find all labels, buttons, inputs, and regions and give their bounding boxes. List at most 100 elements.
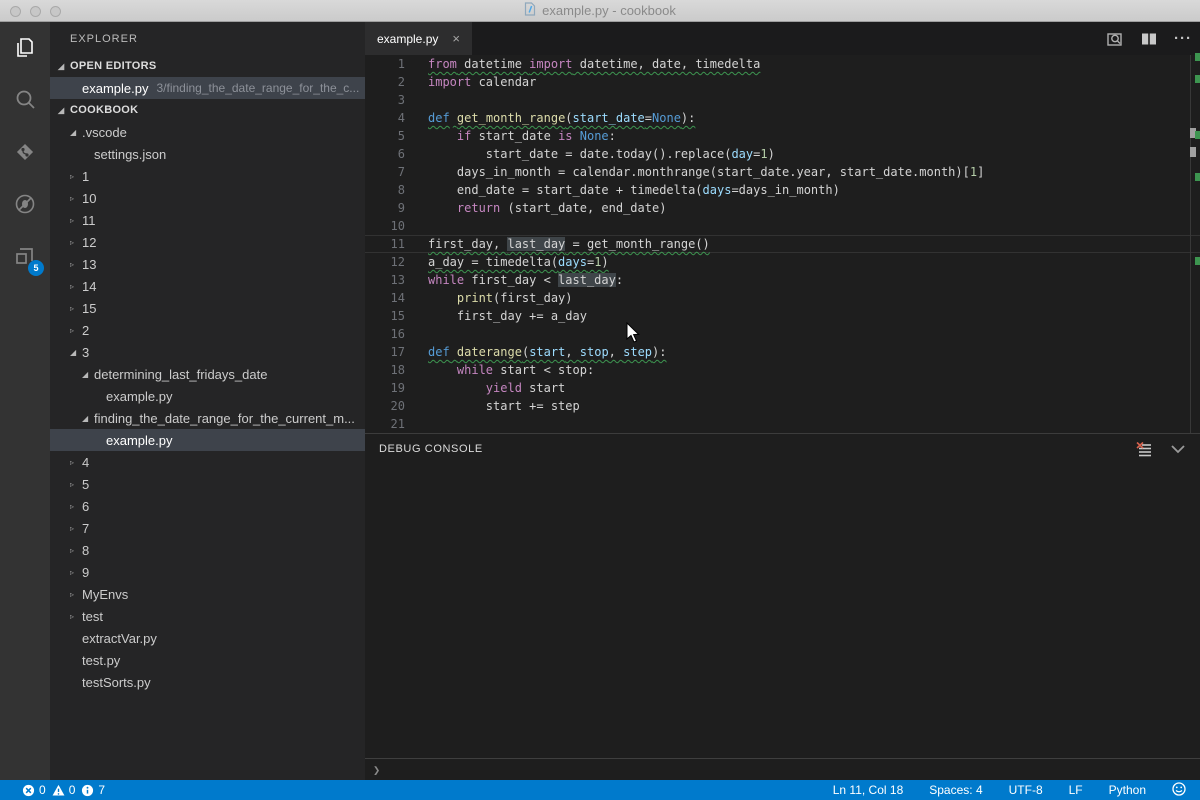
twisty-collapsed-icon[interactable]: ▹ xyxy=(70,480,82,489)
tree-item[interactable]: ▹9 xyxy=(50,561,365,583)
twisty-collapsed-icon[interactable]: ▹ xyxy=(70,546,82,555)
close-panel-chevron-icon[interactable] xyxy=(1170,444,1186,454)
code-line[interactable]: 8 end_date = start_date + timedelta(days… xyxy=(365,181,1200,199)
tree-section-header[interactable]: ◢OPEN EDITORS xyxy=(50,55,365,77)
code-line[interactable]: 15 first_day += a_day xyxy=(365,307,1200,325)
tree-item[interactable]: example.py xyxy=(50,385,365,407)
twisty-expanded-icon[interactable]: ◢ xyxy=(82,414,94,423)
tree-item[interactable]: ▹2 xyxy=(50,319,365,341)
twisty-collapsed-icon[interactable]: ▹ xyxy=(70,172,82,181)
twisty-collapsed-icon[interactable]: ▹ xyxy=(70,612,82,621)
tree-item[interactable]: ▹13 xyxy=(50,253,365,275)
code-line[interactable]: 1from datetime import datetime, date, ti… xyxy=(365,55,1200,73)
code-line[interactable]: 11first_day, last_day = get_month_range(… xyxy=(365,235,1200,253)
code-line[interactable]: 2import calendar xyxy=(365,73,1200,91)
twisty-collapsed-icon[interactable]: ▹ xyxy=(70,194,82,203)
tree-item[interactable]: ▹test xyxy=(50,605,365,627)
status-eol[interactable]: LF xyxy=(1069,783,1083,797)
tree-item[interactable]: ▹8 xyxy=(50,539,365,561)
code-line[interactable]: 14 print(first_day) xyxy=(365,289,1200,307)
code-line[interactable]: 13while first_day < last_day: xyxy=(365,271,1200,289)
tree-item[interactable]: ▹4 xyxy=(50,451,365,473)
tree-item[interactable]: ◢.vscode xyxy=(50,121,365,143)
code-line[interactable]: 7 days_in_month = calendar.monthrange(st… xyxy=(365,163,1200,181)
problems-summary[interactable]: 0 0 7 xyxy=(0,783,105,797)
code-line[interactable]: 21 xyxy=(365,415,1200,433)
twisty-expanded-icon[interactable]: ◢ xyxy=(58,62,70,71)
twisty-collapsed-icon[interactable]: ▹ xyxy=(70,568,82,577)
tree-section-header[interactable]: ◢COOKBOOK xyxy=(50,99,365,121)
code-line[interactable]: 12a_day = timedelta(days=1) xyxy=(365,253,1200,271)
warning-count-label: 0 xyxy=(69,783,76,797)
code-line[interactable]: 10 xyxy=(365,217,1200,235)
twisty-collapsed-icon[interactable]: ▹ xyxy=(70,590,82,599)
twisty-expanded-icon[interactable]: ◢ xyxy=(70,348,82,357)
code-line[interactable]: 5 if start_date is None: xyxy=(365,127,1200,145)
tree-item[interactable]: ▹15 xyxy=(50,297,365,319)
tree-item[interactable]: ▹10 xyxy=(50,187,365,209)
more-actions-icon[interactable]: ··· xyxy=(1174,30,1192,47)
twisty-collapsed-icon[interactable]: ▹ xyxy=(70,524,82,533)
code-line[interactable]: 17def daterange(start, stop, step): xyxy=(365,343,1200,361)
twisty-collapsed-icon[interactable]: ▹ xyxy=(70,282,82,291)
tree-item[interactable]: ▹12 xyxy=(50,231,365,253)
tree-item[interactable]: example.py xyxy=(50,429,365,451)
open-preview-icon[interactable] xyxy=(1106,30,1124,47)
line-content: def get_month_range(start_date=None): xyxy=(405,109,695,127)
status-language-mode[interactable]: Python xyxy=(1109,783,1146,797)
window-close-button[interactable] xyxy=(10,6,21,17)
feedback-smiley-icon[interactable] xyxy=(1172,782,1186,799)
twisty-expanded-icon[interactable]: ◢ xyxy=(82,370,94,379)
split-editor-icon[interactable] xyxy=(1140,31,1158,47)
activity-debug[interactable] xyxy=(0,178,50,230)
twisty-collapsed-icon[interactable]: ▹ xyxy=(70,458,82,467)
activity-explorer[interactable] xyxy=(0,22,50,74)
tree-item[interactable]: ▹11 xyxy=(50,209,365,231)
window-minimize-button[interactable] xyxy=(30,6,41,17)
tree-item[interactable]: ▹14 xyxy=(50,275,365,297)
twisty-collapsed-icon[interactable]: ▹ xyxy=(70,502,82,511)
code-line[interactable]: 4def get_month_range(start_date=None): xyxy=(365,109,1200,127)
tree-item[interactable]: ▹6 xyxy=(50,495,365,517)
status-indentation[interactable]: Spaces: 4 xyxy=(929,783,982,797)
tree-item[interactable]: testSorts.py xyxy=(50,671,365,693)
tree-item[interactable]: ▹MyEnvs xyxy=(50,583,365,605)
twisty-collapsed-icon[interactable]: ▹ xyxy=(70,260,82,269)
twisty-expanded-icon[interactable]: ◢ xyxy=(70,128,82,137)
window-zoom-button[interactable] xyxy=(50,6,61,17)
tree-item[interactable]: ▹7 xyxy=(50,517,365,539)
code-editor[interactable]: 1from datetime import datetime, date, ti… xyxy=(365,55,1200,433)
tree-item[interactable]: ▹1 xyxy=(50,165,365,187)
clear-console-icon[interactable] xyxy=(1136,442,1152,457)
twisty-collapsed-icon[interactable]: ▹ xyxy=(70,326,82,335)
debug-console-input[interactable]: ❯ xyxy=(365,758,1200,780)
tree-item[interactable]: ◢finding_the_date_range_for_the_current_… xyxy=(50,407,365,429)
tree-item[interactable]: ◢determining_last_fridays_date xyxy=(50,363,365,385)
twisty-expanded-icon[interactable]: ◢ xyxy=(58,106,70,115)
activity-extensions[interactable]: 5 xyxy=(0,230,50,282)
tree-item[interactable]: example.py3/finding_the_date_range_for_t… xyxy=(50,77,365,99)
status-cursor-position[interactable]: Ln 11, Col 18 xyxy=(833,783,904,797)
twisty-collapsed-icon[interactable]: ▹ xyxy=(70,238,82,247)
code-line[interactable]: 3 xyxy=(365,91,1200,109)
line-content xyxy=(405,217,428,235)
tab-example-py[interactable]: example.py × xyxy=(365,22,472,55)
code-line[interactable]: 18 while start < stop: xyxy=(365,361,1200,379)
code-line[interactable]: 6 start_date = date.today().replace(day=… xyxy=(365,145,1200,163)
status-encoding[interactable]: UTF-8 xyxy=(1009,783,1043,797)
tree-item[interactable]: ▹5 xyxy=(50,473,365,495)
tab-close-icon[interactable]: × xyxy=(452,31,460,46)
tree-item[interactable]: test.py xyxy=(50,649,365,671)
code-line[interactable]: 19 yield start xyxy=(365,379,1200,397)
tree-item[interactable]: extractVar.py xyxy=(50,627,365,649)
twisty-collapsed-icon[interactable]: ▹ xyxy=(70,216,82,225)
twisty-collapsed-icon[interactable]: ▹ xyxy=(70,304,82,313)
overview-ruler[interactable] xyxy=(1190,55,1200,433)
code-line[interactable]: 16 xyxy=(365,325,1200,343)
code-line[interactable]: 9 return (start_date, end_date) xyxy=(365,199,1200,217)
tree-item[interactable]: ◢3 xyxy=(50,341,365,363)
tree-item[interactable]: settings.json xyxy=(50,143,365,165)
activity-source-control[interactable] xyxy=(0,126,50,178)
activity-search[interactable] xyxy=(0,74,50,126)
code-line[interactable]: 20 start += step xyxy=(365,397,1200,415)
